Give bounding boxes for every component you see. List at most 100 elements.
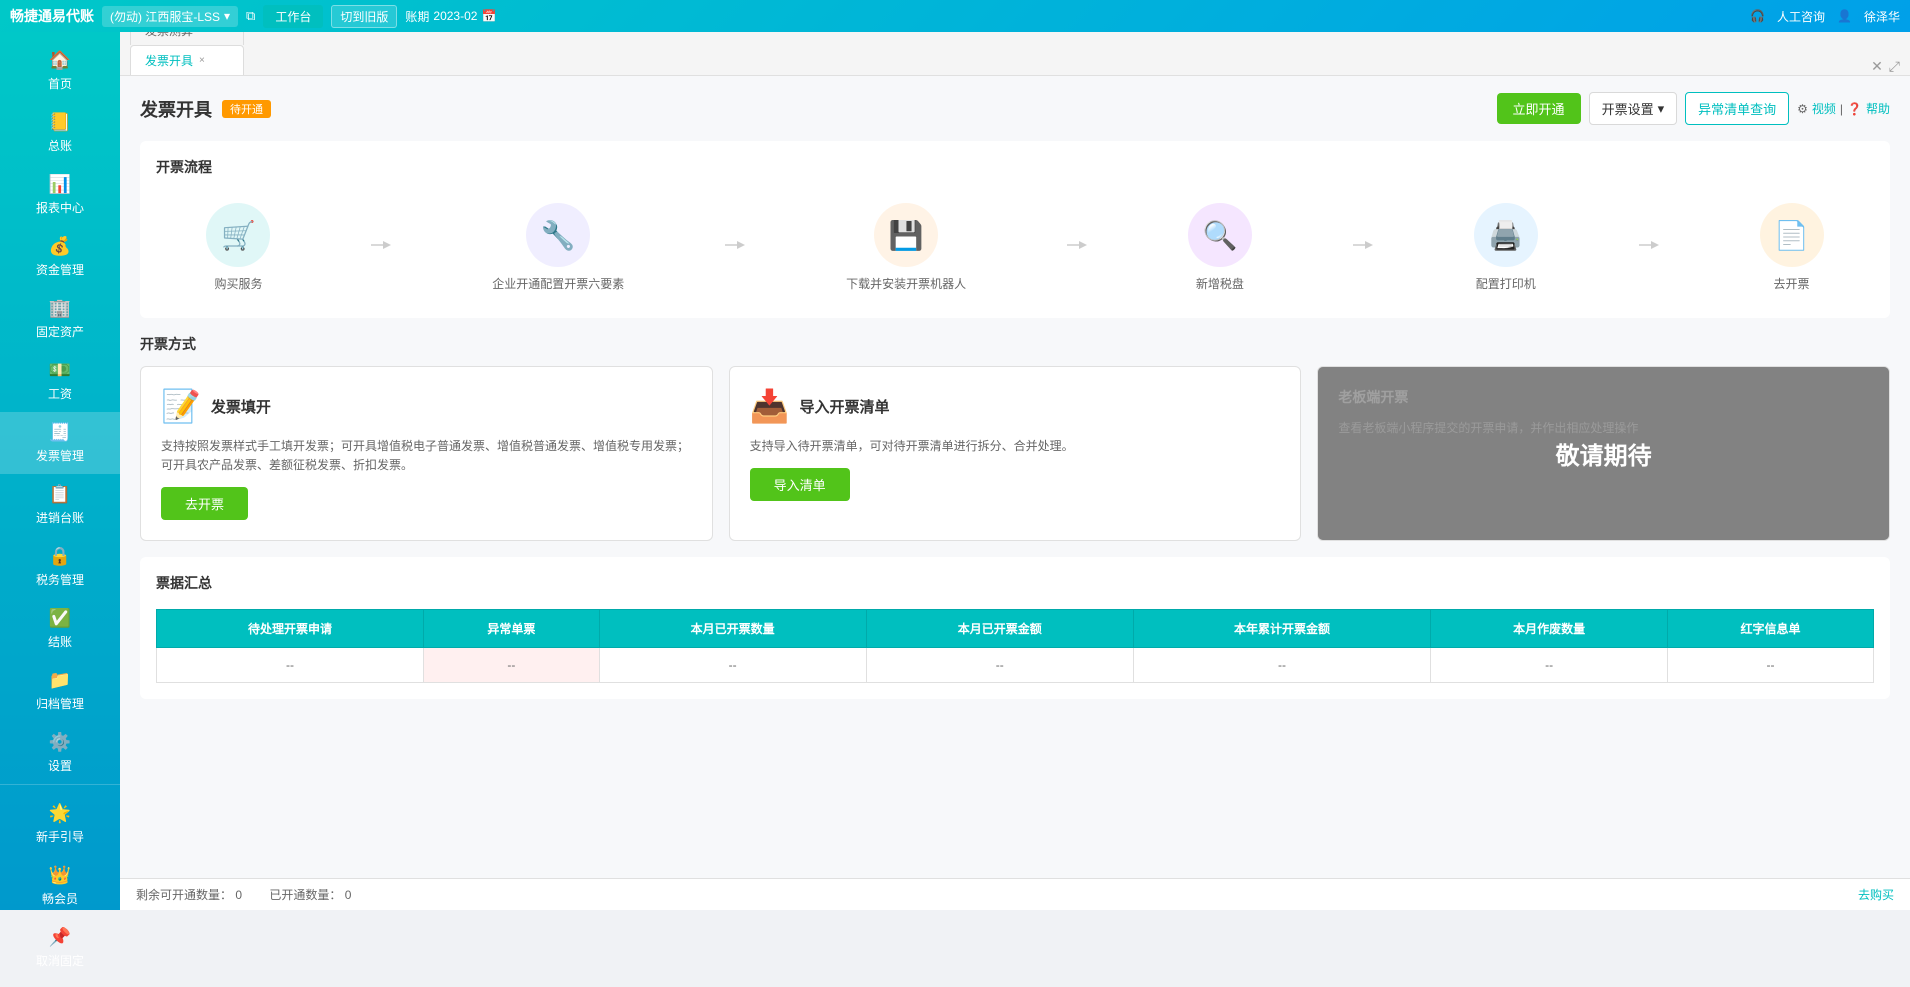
tab-发票开具[interactable]: 发票开具×	[130, 45, 244, 75]
summary-cell: --	[866, 648, 1133, 683]
sidebar-item-进销台账[interactable]: 📋 进销台账	[0, 474, 120, 536]
buy-link[interactable]: 去购买	[1858, 886, 1894, 903]
opened-value: 0	[345, 888, 352, 902]
summary-title: 票据汇总	[156, 573, 1874, 593]
sidebar-icon: 📁	[49, 670, 71, 691]
top-bar-right: 🎧 人工咨询 👤 徐泽华	[1750, 8, 1900, 25]
sidebar-icon: 🔒	[49, 546, 71, 567]
username[interactable]: 徐泽华	[1864, 8, 1900, 25]
sidebar-item-设置[interactable]: ⚙️ 设置	[0, 722, 120, 784]
help-label[interactable]: 帮助	[1866, 100, 1890, 117]
import-invoice-title: 导入开票清单	[800, 396, 890, 417]
process-step-label: 购买服务	[214, 275, 262, 292]
avatar-icon: 👤	[1837, 9, 1852, 23]
process-step-4[interactable]: 🖨️ 配置打印机	[1474, 203, 1538, 292]
sidebar-item-归档管理[interactable]: 📁 归档管理	[0, 660, 120, 722]
sidebar-item-label: 首页	[48, 75, 72, 92]
tab-controls: ✕ ⤢	[1871, 58, 1900, 75]
sidebar-item-label: 畅会员	[42, 890, 78, 907]
workbench-button[interactable]: 工作台	[263, 5, 323, 28]
sidebar-item-label: 归档管理	[36, 695, 84, 712]
page-title: 发票开具	[140, 96, 212, 122]
manual-invoice-icon: 📝	[161, 387, 201, 425]
summary-col-header: 待处理开票申请	[157, 610, 424, 648]
process-step-icon: 🛒	[206, 203, 270, 267]
process-arrow-icon	[1639, 237, 1659, 258]
sidebar-item-label: 结账	[48, 633, 72, 650]
sidebar-item-畅会员[interactable]: 👑 畅会员	[0, 855, 120, 917]
process-arrow-icon	[1353, 237, 1373, 258]
sidebar-item-label: 新手引导	[36, 828, 84, 845]
calendar-icon[interactable]: 📅	[481, 9, 496, 23]
summary-col-header: 本年累计开票金额	[1133, 610, 1431, 648]
remaining-label: 剩余可开通数量：	[136, 888, 232, 902]
process-step-icon: 🔧	[526, 203, 590, 267]
import-invoice-icon: 📥	[750, 387, 790, 425]
go-invoice-button[interactable]: 去开票	[161, 487, 248, 520]
sidebar: 🏠 首页 📒 总账 📊 报表中心 💰 资金管理 🏢 固定资产 💵 工资 🧾 发票…	[0, 32, 120, 910]
method-card-manual: 📝 发票填开 支持按照发票样式手工填开发票；可开具增值税电子普通发票、增值税普通…	[140, 366, 713, 541]
sidebar-item-新手引导[interactable]: 🌟 新手引导	[0, 793, 120, 855]
sidebar-bottom: 🌟 新手引导 👑 畅会员 📌 取消固定	[0, 784, 120, 987]
invoice-methods-title: 开票方式	[140, 334, 1890, 354]
method-manual-header: 📝 发票填开	[161, 387, 692, 425]
switch-version-button[interactable]: 切到旧版	[331, 5, 397, 28]
company-name: (勿动) 江西服宝-LSS	[110, 8, 220, 25]
open-now-button[interactable]: 立即开通	[1497, 93, 1581, 124]
manual-invoice-desc: 支持按照发票样式手工填开发票；可开具增值税电子普通发票、增值税普通发票、增值税专…	[161, 437, 692, 475]
sidebar-item-报表中心[interactable]: 📊 报表中心	[0, 164, 120, 226]
import-list-button[interactable]: 导入清单	[750, 468, 850, 501]
process-step-icon: 📄	[1760, 203, 1824, 267]
sidebar-item-label: 报表中心	[36, 199, 84, 216]
abnormal-query-button[interactable]: 异常清单查询	[1685, 92, 1789, 125]
sidebar-item-总账[interactable]: 📒 总账	[0, 102, 120, 164]
expand-icon[interactable]: ⤢	[1889, 58, 1900, 75]
method-import-header: 📥 导入开票清单	[750, 387, 1281, 425]
sidebar-item-发票管理[interactable]: 🧾 发票管理	[0, 412, 120, 474]
close-icon[interactable]: ✕	[1871, 58, 1883, 75]
sidebar-icon: 📊	[49, 174, 71, 195]
process-step-1[interactable]: 🔧 企业开通配置开票六要素	[492, 203, 624, 292]
sidebar-item-label: 发票管理	[36, 447, 84, 464]
pin-icon: 📌	[49, 927, 71, 948]
sidebar-item-label: 进销台账	[36, 509, 84, 526]
view-label[interactable]: 视频	[1812, 100, 1836, 117]
process-flow: 🛒 购买服务 🔧 企业开通配置开票六要素 💾 下载并安装开票机器人 🔍 新增税盘…	[156, 193, 1874, 302]
period-info: 账期 2023-02 📅	[405, 8, 496, 25]
sidebar-icon: ✅	[49, 608, 71, 629]
tab-close-icon[interactable]: ×	[199, 55, 205, 66]
sidebar-item-固定资产[interactable]: 🏢 固定资产	[0, 288, 120, 350]
period-value: 2023-02	[433, 9, 477, 23]
company-selector[interactable]: (勿动) 江西服宝-LSS ▾	[102, 6, 238, 27]
method-card-import: 📥 导入开票清单 支持导入待开票清单，可对待开票清单进行拆分、合并处理。 导入清…	[729, 366, 1302, 541]
page-content: 发票开具 待开通 立即开通 开票设置 ▾ 异常清单查询 ⚙ 视频 | ❓	[120, 76, 1910, 878]
summary-cell: --	[424, 648, 600, 683]
process-step-label: 去开票	[1774, 275, 1810, 292]
sidebar-item-结账[interactable]: ✅ 结账	[0, 598, 120, 660]
sidebar-item-首页[interactable]: 🏠 首页	[0, 40, 120, 102]
settings-button[interactable]: 开票设置 ▾	[1589, 92, 1678, 125]
top-bar: 畅捷通易代账 (勿动) 江西服宝-LSS ▾ ⧉ 工作台 切到旧版 账期 202…	[0, 0, 1910, 32]
tab-close-icon[interactable]: ×	[199, 32, 205, 36]
sidebar-icon: 👑	[49, 865, 71, 886]
sidebar-item-label: 总账	[48, 137, 72, 154]
headset-icon: 🎧	[1750, 9, 1765, 23]
sidebar-pin[interactable]: 📌 取消固定	[0, 917, 120, 979]
sidebar-icon: 📋	[49, 484, 71, 505]
process-step-5[interactable]: 📄 去开票	[1760, 203, 1824, 292]
help-icon: ❓	[1847, 102, 1862, 116]
sidebar-icon: 💰	[49, 236, 71, 257]
sidebar-item-税务管理[interactable]: 🔒 税务管理	[0, 536, 120, 598]
process-step-0[interactable]: 🛒 购买服务	[206, 203, 270, 292]
user-service-label[interactable]: 人工咨询	[1777, 8, 1825, 25]
sidebar-item-工资[interactable]: 💵 工资	[0, 350, 120, 412]
process-arrow-icon	[371, 237, 391, 258]
summary-cell: --	[1667, 648, 1873, 683]
sidebar-icon: 🏠	[49, 50, 71, 71]
tab-发票测算[interactable]: 发票测算×	[130, 32, 244, 45]
summary-cell: --	[599, 648, 866, 683]
process-step-3[interactable]: 🔍 新增税盘	[1188, 203, 1252, 292]
sidebar-item-资金管理[interactable]: 💰 资金管理	[0, 226, 120, 288]
process-step-2[interactable]: 💾 下载并安装开票机器人	[846, 203, 966, 292]
summary-col-header: 本月已开票金额	[866, 610, 1133, 648]
